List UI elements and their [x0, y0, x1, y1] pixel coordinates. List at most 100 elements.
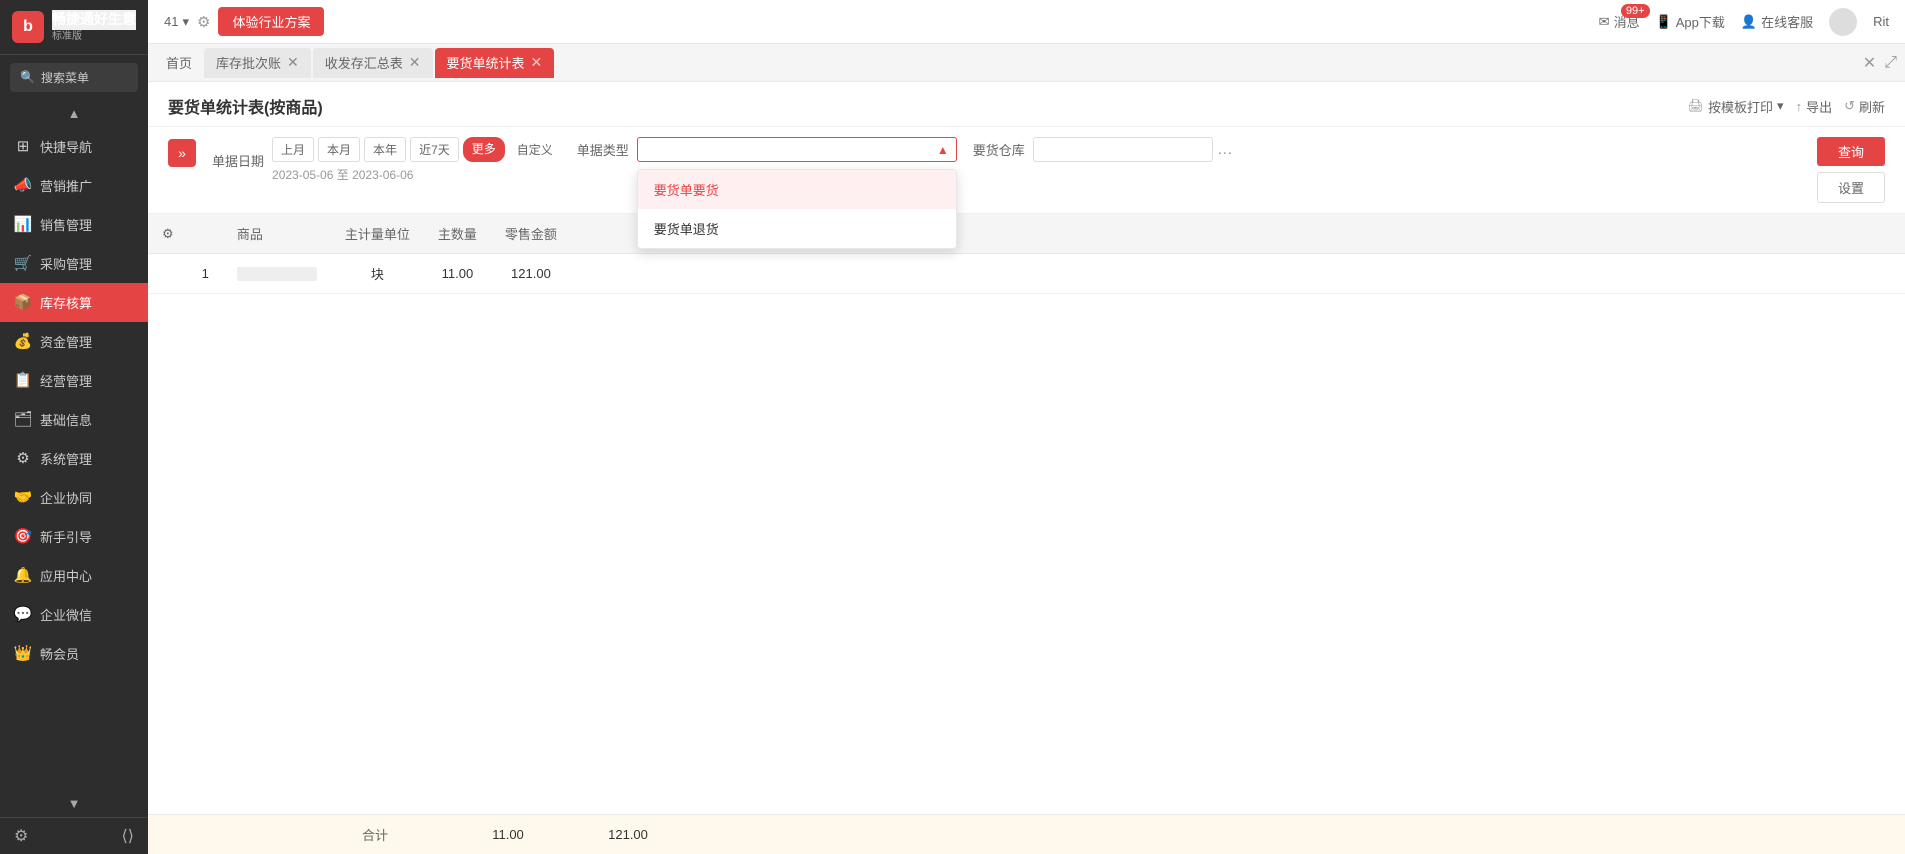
tab-inventory-batch[interactable]: 库存批次账 ✕	[204, 48, 311, 78]
last-month-btn[interactable]: 上月	[272, 137, 314, 162]
table-header-row: ⚙ 商品 主计量单位 主数量 零售金额	[148, 214, 1905, 254]
sidebar-item-basic[interactable]: 🗂 基础信息	[0, 400, 148, 439]
custom-date-btn[interactable]: 自定义	[509, 137, 561, 162]
sidebar-item-inventory[interactable]: 📦 库存核算	[0, 283, 148, 322]
trial-btn[interactable]: 体验行业方案	[218, 7, 324, 36]
sidebar-item-label: 企业协同	[40, 488, 92, 507]
sidebar-item-appstore[interactable]: 🔔 应用中心	[0, 556, 148, 595]
filter-expand-btn[interactable]: »	[168, 139, 196, 167]
main-area: 41 ▾ ⚙ 体验行业方案 ✉ 消息 99+ 📱 App下载 👤 在线客服 Ri…	[148, 0, 1905, 854]
page-actions: 🖨 按模板打印 ▾ ↑ 导出 ↺ 刷新	[1688, 97, 1886, 116]
sidebar-item-sales[interactable]: 📊 销售管理	[0, 205, 148, 244]
print-icon: 🖨	[1688, 98, 1705, 114]
last-7days-btn[interactable]: 近7天	[410, 137, 459, 162]
app-download-btn[interactable]: 📱 App下载	[1656, 12, 1725, 31]
col-goods: 商品	[223, 214, 331, 254]
footer-total-label: 合计	[162, 825, 388, 844]
refresh-btn[interactable]: ↺ 刷新	[1844, 97, 1885, 116]
store-selector[interactable]: 41 ▾	[164, 14, 189, 30]
app-logo-icon: b	[12, 11, 44, 43]
page-title: 要货单统计表(按商品)	[168, 94, 323, 118]
topbar-gear-icon[interactable]: ⚙	[197, 13, 210, 31]
member-icon: 👑	[14, 644, 32, 662]
tab-home[interactable]: 首页	[156, 53, 202, 72]
sidebar-scroll-down[interactable]: ▼	[0, 790, 148, 817]
type-input[interactable]	[637, 137, 957, 162]
settings-icon[interactable]: ⚙	[14, 826, 28, 846]
dropdown-item-order-return[interactable]: 要货单退货	[638, 209, 956, 248]
type-input-wrap: ▲ 要货单要货 要货单退货	[637, 137, 957, 162]
sidebar-item-guide[interactable]: 🎯 新手引导	[0, 517, 148, 556]
sidebar-item-label: 资金管理	[40, 332, 92, 351]
table-body: 1 块 11.00 121.00	[148, 254, 1905, 294]
tab-close-all-icon[interactable]: ✕	[1863, 53, 1876, 73]
tab-collect-summary[interactable]: 收发存汇总表 ✕	[313, 48, 433, 78]
sidebar-item-member[interactable]: 👑 畅会员	[0, 634, 148, 673]
sidebar-nav: ⊞ 快捷导航 📣 营销推广 📊 销售管理 🛒 采购管理 📦 库存核算 💰 资金管…	[0, 127, 148, 790]
sidebar-item-label: 采购管理	[40, 254, 92, 273]
sidebar-item-business[interactable]: 📋 经营管理	[0, 361, 148, 400]
search-icon: 🔍	[20, 70, 35, 84]
print-dropdown-icon: ▾	[1777, 98, 1784, 114]
col-settings[interactable]: ⚙	[148, 214, 188, 254]
user-avatar[interactable]	[1829, 8, 1857, 36]
page-content: 要货单统计表(按商品) 🖨 按模板打印 ▾ ↑ 导出 ↺ 刷新	[148, 82, 1905, 854]
warehouse-input[interactable]	[1033, 137, 1213, 162]
sidebar-item-purchase[interactable]: 🛒 采购管理	[0, 244, 148, 283]
purchase-icon: 🛒	[14, 254, 32, 272]
tab-close-icon[interactable]: ✕	[287, 54, 299, 71]
search-menu-button[interactable]: 🔍 搜索菜单	[10, 63, 138, 92]
cell-qty: 11.00	[424, 254, 491, 294]
sidebar-item-wechat[interactable]: 💬 企业微信	[0, 595, 148, 634]
tab-label: 收发存汇总表	[325, 53, 403, 72]
type-dropdown: 要货单要货 要货单退货	[637, 169, 957, 249]
quick-nav-icon: ⊞	[14, 137, 32, 155]
type-dropdown-arrow[interactable]: ▲	[937, 143, 949, 157]
print-btn[interactable]: 🖨 按模板打印 ▾	[1688, 97, 1784, 116]
col-amount: 零售金额	[491, 214, 571, 254]
data-table: ⚙ 商品 主计量单位 主数量 零售金额 1	[148, 214, 1905, 294]
more-dates-btn[interactable]: 更多	[463, 137, 505, 162]
footer-total-qty: 11.00	[448, 827, 568, 842]
warehouse-more-icon[interactable]: …	[1217, 141, 1233, 159]
chevron-up-icon: ▲	[68, 106, 81, 121]
tab-label: 库存批次账	[216, 53, 281, 72]
app-name: 畅捷通好生意	[52, 10, 136, 30]
col-index	[188, 214, 223, 254]
filter-settings-btn[interactable]: 设置	[1817, 172, 1885, 203]
username-label[interactable]: Rit	[1873, 14, 1889, 29]
export-btn[interactable]: ↑ 导出	[1796, 97, 1833, 116]
topbar-left: 41 ▾ ⚙ 体验行业方案	[164, 7, 1589, 36]
tab-expand-icon[interactable]: ⤢	[1884, 54, 1897, 72]
tab-close-icon[interactable]: ✕	[409, 54, 421, 71]
sidebar-item-quick-nav[interactable]: ⊞ 快捷导航	[0, 127, 148, 166]
this-month-btn[interactable]: 本月	[318, 137, 360, 162]
service-btn[interactable]: 👤 在线客服	[1741, 12, 1813, 31]
cell-amount: 121.00	[491, 254, 571, 294]
sidebar-item-finance[interactable]: 💰 资金管理	[0, 322, 148, 361]
query-btn[interactable]: 查询	[1817, 137, 1885, 166]
sidebar-item-label: 系统管理	[40, 449, 92, 468]
dropdown-item-order-goods[interactable]: 要货单要货	[638, 170, 956, 209]
sidebar-item-system[interactable]: ⚙ 系统管理	[0, 439, 148, 478]
sidebar-item-label: 企业微信	[40, 605, 92, 624]
tab-order-stats[interactable]: 要货单统计表 ✕	[435, 48, 555, 78]
sidebar-item-enterprise[interactable]: 🤝 企业协同	[0, 478, 148, 517]
sales-icon: 📊	[14, 215, 32, 233]
topbar-right: ✉ 消息 99+ 📱 App下载 👤 在线客服 Rit	[1599, 8, 1889, 36]
sidebar-search-area: 🔍 搜索菜单	[0, 55, 148, 100]
collapse-icon[interactable]: ⟨⟩	[122, 826, 134, 846]
inventory-icon: 📦	[14, 293, 32, 311]
chevron-down-icon: ▼	[68, 796, 81, 811]
date-buttons: 上月 本月 本年 近7天 更多 自定义	[272, 137, 561, 162]
cell-unit: 块	[331, 254, 424, 294]
tab-close-icon[interactable]: ✕	[531, 54, 543, 71]
expand-icon: »	[178, 145, 186, 161]
this-year-btn[interactable]: 本年	[364, 137, 406, 162]
date-filter-section: 单据日期 上月 本月 本年 近7天 更多 自定义 2023-05-06 至 20…	[212, 137, 561, 183]
message-badge: 99+	[1621, 4, 1650, 18]
store-number: 41	[164, 14, 178, 29]
message-btn[interactable]: ✉ 消息 99+	[1599, 12, 1640, 31]
sidebar-scroll-up[interactable]: ▲	[0, 100, 148, 127]
sidebar-item-marketing[interactable]: 📣 营销推广	[0, 166, 148, 205]
